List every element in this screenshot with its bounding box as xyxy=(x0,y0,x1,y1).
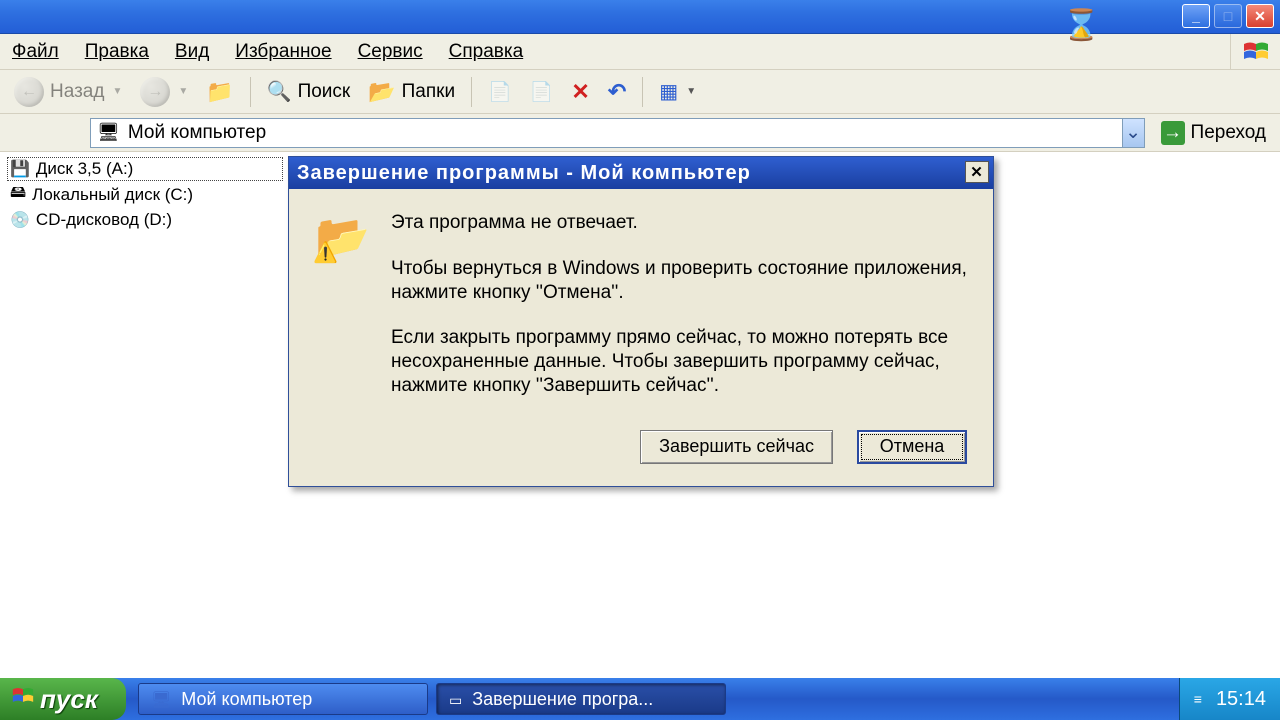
end-now-button[interactable]: Завершить сейчас xyxy=(640,430,833,464)
close-icon: ✕ xyxy=(1254,8,1266,25)
chevron-down-icon: ▼ xyxy=(686,86,696,97)
windows-flag-icon xyxy=(1230,34,1280,69)
taskbar-item-label: Мой компьютер xyxy=(181,689,312,710)
dialog-p3: Если закрыть программу прямо сейчас, то … xyxy=(391,326,967,397)
chevron-down-icon: ▼ xyxy=(178,86,188,97)
minimize-icon: _ xyxy=(1192,8,1200,24)
menu-help[interactable]: Справка xyxy=(449,41,524,63)
back-label: Назад xyxy=(50,81,104,103)
search-icon xyxy=(267,79,292,104)
cancel-label: Отмена xyxy=(880,436,945,457)
floppy-icon xyxy=(10,159,30,179)
minimize-button[interactable]: _ xyxy=(1182,4,1210,28)
dialog-text: Эта программа не отвечает. Чтобы вернуть… xyxy=(391,211,967,404)
menu-file[interactable]: Файл xyxy=(12,41,59,63)
folders-label: Папки xyxy=(402,81,455,103)
go-label: Переход xyxy=(1191,122,1266,144)
end-now-label: Завершить сейчас xyxy=(659,436,814,457)
go-arrow-icon: → xyxy=(1161,121,1185,145)
taskbar-item-end-program[interactable]: Завершение програ... xyxy=(436,683,726,715)
back-arrow-icon: ← xyxy=(14,77,44,107)
menu-edit[interactable]: Правка xyxy=(85,41,149,63)
clock: 15:14 xyxy=(1216,688,1266,711)
toolbar-separator xyxy=(471,77,472,107)
views-icon xyxy=(659,79,678,104)
tree-item-label: Диск 3,5 (A:) xyxy=(36,159,133,179)
tree-item-local-disk[interactable]: Локальный диск (C:) xyxy=(8,180,282,209)
go-button[interactable]: → Переход xyxy=(1151,118,1276,148)
taskbar-item-my-computer[interactable]: Мой компьютер xyxy=(138,683,428,715)
copy-to-button[interactable]: 📄 xyxy=(524,78,560,106)
toolbar-separator xyxy=(642,77,643,107)
dialog-p2: Чтобы вернуться в Windows и проверить со… xyxy=(391,257,967,305)
taskbar-item-label: Завершение програ... xyxy=(472,689,653,710)
cd-icon xyxy=(10,210,30,230)
dialog-titlebar[interactable]: Завершение программы - Мой компьютер ✕ xyxy=(289,157,993,189)
hdd-icon xyxy=(10,181,26,208)
tree-item-floppy[interactable]: Диск 3,5 (A:) xyxy=(8,158,282,180)
maximize-icon: □ xyxy=(1224,8,1232,24)
tree-item-label: Локальный диск (C:) xyxy=(32,185,193,205)
folder-up-icon xyxy=(206,79,233,105)
menu-view[interactable]: Вид xyxy=(175,41,209,63)
my-computer-icon xyxy=(97,122,120,144)
menu-favorites[interactable]: Избранное xyxy=(235,41,331,63)
menu-tools[interactable]: Сервис xyxy=(358,41,423,63)
tree-item-label: CD-дисковод (D:) xyxy=(36,210,172,230)
forward-arrow-icon: → xyxy=(140,77,170,107)
search-label: Поиск xyxy=(298,81,351,103)
dialog-p1: Эта программа не отвечает. xyxy=(391,211,967,235)
close-window-button[interactable]: ✕ xyxy=(1246,4,1274,28)
move-to-button[interactable]: 📄 xyxy=(482,78,518,106)
search-button[interactable]: Поиск xyxy=(261,77,357,106)
chevron-down-icon: ⌄ xyxy=(1125,121,1141,144)
address-bar: Мой компьютер ⌄ → Переход xyxy=(0,114,1280,152)
delete-icon: ✕ xyxy=(571,79,589,105)
maximize-button[interactable]: □ xyxy=(1214,4,1242,28)
dialog-warning-folder-icon: 📂⚠️ xyxy=(315,211,369,261)
start-label: пуск xyxy=(40,684,98,715)
address-field[interactable]: Мой компьютер ⌄ xyxy=(90,118,1145,148)
taskbar: пуск Мой компьютер Завершение програ... … xyxy=(0,678,1280,720)
address-dropdown-button[interactable]: ⌄ xyxy=(1122,119,1144,147)
chevron-down-icon: ▼ xyxy=(112,86,122,97)
end-program-dialog: Завершение программы - Мой компьютер ✕ 📂… xyxy=(288,156,994,487)
back-button[interactable]: ← Назад ▼ xyxy=(8,75,128,109)
undo-button[interactable]: ↶ xyxy=(602,77,632,107)
window-icon xyxy=(449,689,462,710)
close-icon: ✕ xyxy=(970,163,984,181)
windows-flag-icon xyxy=(12,686,34,712)
delete-button[interactable]: ✕ xyxy=(565,77,595,107)
toolbar: ← Назад ▼ → ▼ Поиск Папки 📄 📄 ✕ ↶ ▼ xyxy=(0,70,1280,114)
address-value: Мой компьютер xyxy=(128,122,266,144)
views-button[interactable]: ▼ xyxy=(653,77,702,106)
tray-chevron-icon[interactable]: ≡ xyxy=(1194,691,1202,707)
menu-bar: Файл Правка Вид Избранное Сервис Справка… xyxy=(0,34,1280,70)
forward-button[interactable]: → ▼ xyxy=(134,75,194,109)
start-button[interactable]: пуск xyxy=(0,678,126,720)
hourglass-cursor-icon: ⌛ xyxy=(1063,8,1100,43)
cancel-button[interactable]: Отмена xyxy=(857,430,967,464)
undo-icon: ↶ xyxy=(608,79,626,105)
folders-button[interactable]: Папки xyxy=(362,77,461,107)
folders-icon xyxy=(368,79,395,105)
folder-tree: Диск 3,5 (A:) Локальный диск (C:) CD-дис… xyxy=(0,152,290,678)
system-tray[interactable]: ≡ 15:14 xyxy=(1179,678,1280,720)
dialog-close-button[interactable]: ✕ xyxy=(965,161,989,183)
my-computer-icon xyxy=(151,689,171,710)
dialog-title-text: Завершение программы - Мой компьютер xyxy=(297,162,751,185)
tree-item-cd-drive[interactable]: CD-дисковод (D:) xyxy=(8,209,282,231)
toolbar-separator xyxy=(250,77,251,107)
up-folder-button[interactable] xyxy=(200,77,239,107)
